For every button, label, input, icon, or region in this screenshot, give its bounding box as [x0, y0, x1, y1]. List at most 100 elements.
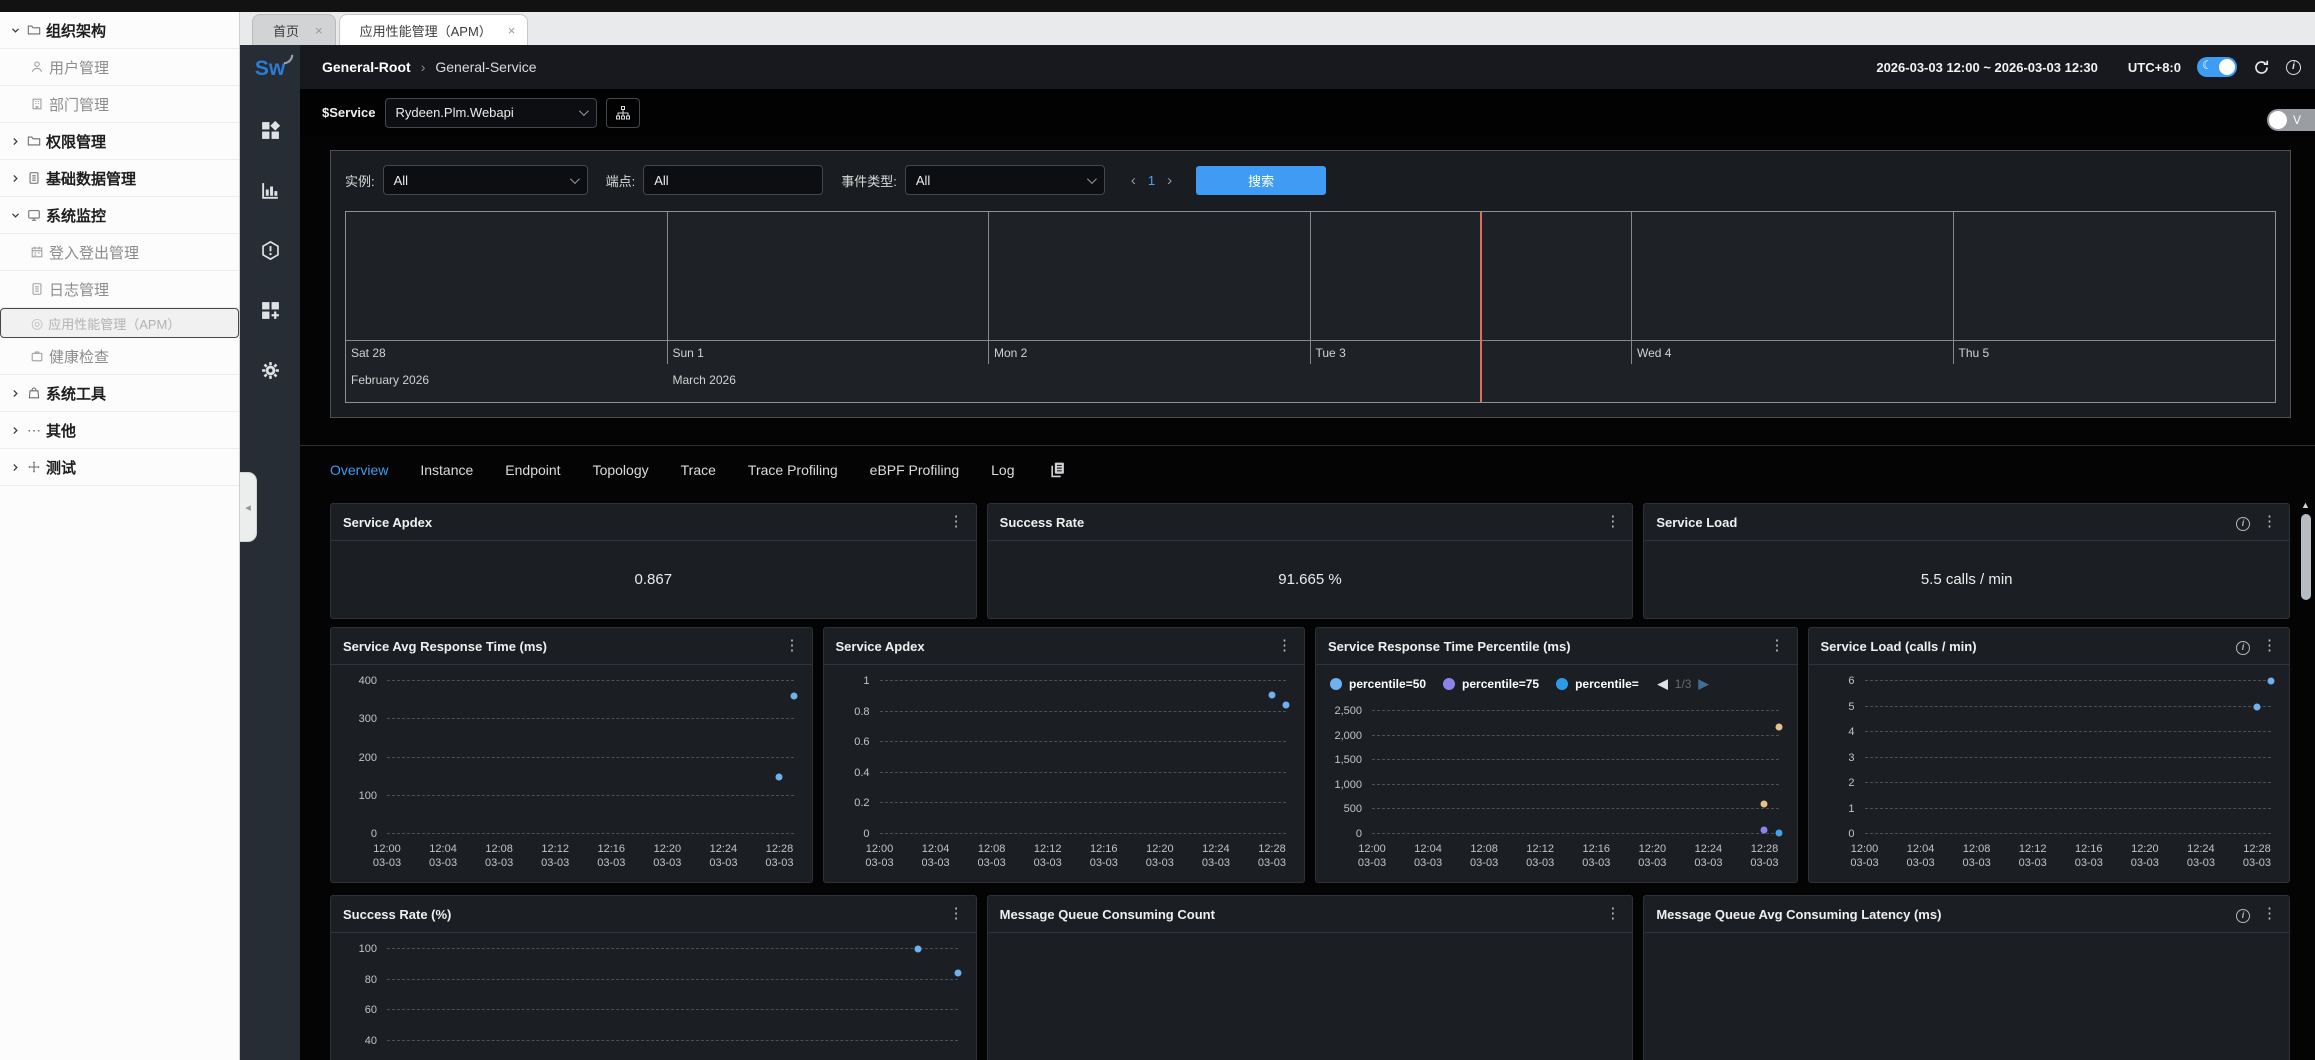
vertical-scrollbar[interactable]: ▲ [2299, 500, 2312, 1060]
refresh-icon[interactable] [2253, 59, 2270, 76]
chevron-right-icon[interactable] [10, 173, 27, 184]
search-button[interactable]: 搜索 [1196, 165, 1327, 195]
time-range[interactable]: 2026-03-03 12:00 ~ 2026-03-03 12:30 [1876, 60, 2098, 75]
metrics-icon[interactable] [260, 180, 281, 201]
sidebar-item-user-mgmt[interactable]: 用户管理 [0, 49, 239, 86]
prev-page-icon[interactable]: ‹ [1131, 172, 1136, 189]
event-type-select[interactable]: All [904, 165, 1105, 195]
info-icon[interactable]: i [2286, 59, 2301, 75]
info-icon[interactable]: i [2236, 905, 2250, 923]
x-axis-tick: 12:16 03-03 [1089, 843, 1118, 869]
sidebar-item-permission-mgmt[interactable]: 权限管理 [0, 123, 239, 160]
x-axis-tick: 12:28 03-03 [1257, 843, 1287, 869]
utc-offset[interactable]: UTC+8:0 [2128, 60, 2181, 75]
chevron-right-icon[interactable] [10, 388, 27, 399]
settings-gear-icon[interactable] [260, 360, 281, 381]
legend-item[interactable]: percentile=75 [1443, 677, 1539, 691]
app-header: General-Root › General-Service 2026-03-0… [300, 45, 2315, 89]
event-filter-panel: 实例: All 端点: 事件类型: All ‹ 1 › 搜索 Sat 28 Feb… [330, 150, 2291, 418]
endpoint-input[interactable] [643, 165, 824, 195]
breadcrumb-root[interactable]: General-Root [322, 59, 411, 75]
data-point [775, 773, 783, 781]
next-page-icon[interactable]: › [1167, 172, 1172, 189]
info-icon[interactable]: i [2236, 637, 2250, 655]
info-icon[interactable]: i [2236, 513, 2250, 531]
dark-mode-toggle[interactable]: ☾ [2197, 57, 2237, 77]
kebab-menu-icon[interactable]: ⋮ [1770, 637, 1785, 655]
x-axis-tick: 12:24 03-03 [1694, 843, 1723, 869]
tab-endpoint[interactable]: Endpoint [505, 462, 560, 478]
service-select[interactable]: Rydeen.Plm.Webapi [384, 97, 597, 128]
kebab-menu-icon[interactable]: ⋮ [2262, 513, 2277, 531]
tab-ebpf-profiling[interactable]: eBPF Profiling [870, 462, 959, 478]
sidebar-item-health-check[interactable]: 健康检查 [0, 338, 239, 375]
scrollbar-thumb[interactable] [2300, 514, 2311, 600]
tab-topology[interactable]: Topology [593, 462, 649, 478]
view-toggle[interactable]: V [2267, 109, 2315, 131]
chevron-right-icon[interactable] [10, 462, 27, 473]
legend-next-icon[interactable]: ▶ [1698, 676, 1708, 692]
kebab-menu-icon[interactable]: ⋮ [785, 637, 800, 655]
tab-log[interactable]: Log [991, 462, 1014, 478]
event-pagination: ‹ 1 › [1131, 172, 1172, 189]
data-point [1282, 701, 1290, 709]
x-axis-tick: 12:20 03-03 [2130, 843, 2159, 869]
copy-dashboard-icon[interactable] [1049, 461, 1066, 478]
kebab-menu-icon[interactable]: ⋮ [949, 905, 964, 923]
card-header: Service Apdex ⋮ [331, 504, 976, 541]
sidebar-collapse-handle[interactable]: ◂ [240, 472, 257, 542]
move-icon [27, 460, 41, 474]
y-axis-tick: 1,500 [1334, 754, 1362, 767]
kebab-menu-icon[interactable]: ⋮ [1277, 637, 1292, 655]
legend-prev-icon[interactable]: ◀ [1658, 676, 1668, 692]
tab-instance[interactable]: Instance [420, 462, 473, 478]
timeline-day-boundary [666, 212, 668, 364]
close-icon[interactable]: × [315, 23, 323, 38]
x-axis-tick: 12:00 03-03 [865, 843, 894, 869]
sidebar-item-org-structure[interactable]: 组织架构 [0, 12, 239, 49]
tab-trace[interactable]: Trace [681, 462, 716, 478]
window-tab-home[interactable]: 首页 × [252, 14, 336, 45]
instance-filter-label: 实例: [345, 173, 375, 189]
sidebar-item-system-monitor[interactable]: 系统监控 [0, 197, 239, 234]
kebab-menu-icon[interactable]: ⋮ [1605, 513, 1620, 531]
breadcrumb-current[interactable]: General-Service [435, 59, 536, 75]
sidebar-item-dept-mgmt[interactable]: 部门管理 [0, 86, 239, 123]
x-axis-tick: 12:20 03-03 [1145, 843, 1174, 869]
sidebar-item-others[interactable]: ⋯ 其他 [0, 412, 239, 449]
sidebar-item-log-mgmt[interactable]: 日志管理 [0, 271, 239, 308]
sidebar-item-test[interactable]: 测试 [0, 449, 239, 486]
chevron-down-icon[interactable] [10, 210, 27, 221]
event-timeline[interactable]: Sat 28 February 2026 Sun 1 March 2026 Mon 2 T… [345, 211, 2276, 403]
sidebar-item-login-logout[interactable]: 登入登出管理 [0, 234, 239, 271]
kebab-menu-icon[interactable]: ⋮ [2262, 905, 2277, 923]
chevron-down-icon[interactable] [10, 25, 27, 36]
sidebar-item-apm[interactable]: ◎ 应用性能管理（APM） [0, 308, 239, 338]
card-title: Service Apdex [343, 514, 433, 530]
kebab-menu-icon[interactable]: ⋮ [949, 513, 964, 531]
new-dashboard-icon[interactable] [260, 300, 281, 321]
sidebar-item-base-data-mgmt[interactable]: 基础数据管理 [0, 160, 239, 197]
scroll-up-icon[interactable]: ▲ [2299, 500, 2312, 510]
y-axis-tick: 3 [1848, 751, 1855, 764]
kebab-menu-icon[interactable]: ⋮ [2262, 637, 2277, 655]
x-axis-tick: 12:00 03-03 [372, 843, 402, 869]
card-row: Success Rate (%)⋮02040608010012:0003-031… [330, 895, 2290, 1060]
legend-item[interactable]: percentile=50 [1330, 677, 1426, 691]
close-icon[interactable]: × [508, 23, 516, 38]
legend-item[interactable]: percentile= [1556, 677, 1639, 691]
skywalking-logo[interactable]: Sw [255, 54, 294, 81]
chevron-right-icon[interactable] [10, 136, 27, 147]
sidebar-item-system-tools[interactable]: 系统工具 [0, 375, 239, 412]
card-header: Service Response Time Percentile (ms) ⋮ [1316, 628, 1797, 665]
tab-trace-profiling[interactable]: Trace Profiling [748, 462, 838, 478]
topology-sitemap-button[interactable] [605, 97, 640, 128]
instance-select[interactable]: All [382, 165, 588, 195]
tab-overview[interactable]: Overview [330, 462, 388, 478]
sidebar-item-label: 登入登出管理 [49, 244, 140, 262]
kebab-menu-icon[interactable]: ⋮ [1605, 905, 1620, 923]
chevron-right-icon[interactable] [10, 425, 27, 436]
dashboard-icon[interactable] [260, 120, 281, 141]
window-tab-apm[interactable]: 应用性能管理（APM） × [338, 14, 529, 45]
alerts-icon[interactable] [260, 240, 281, 261]
